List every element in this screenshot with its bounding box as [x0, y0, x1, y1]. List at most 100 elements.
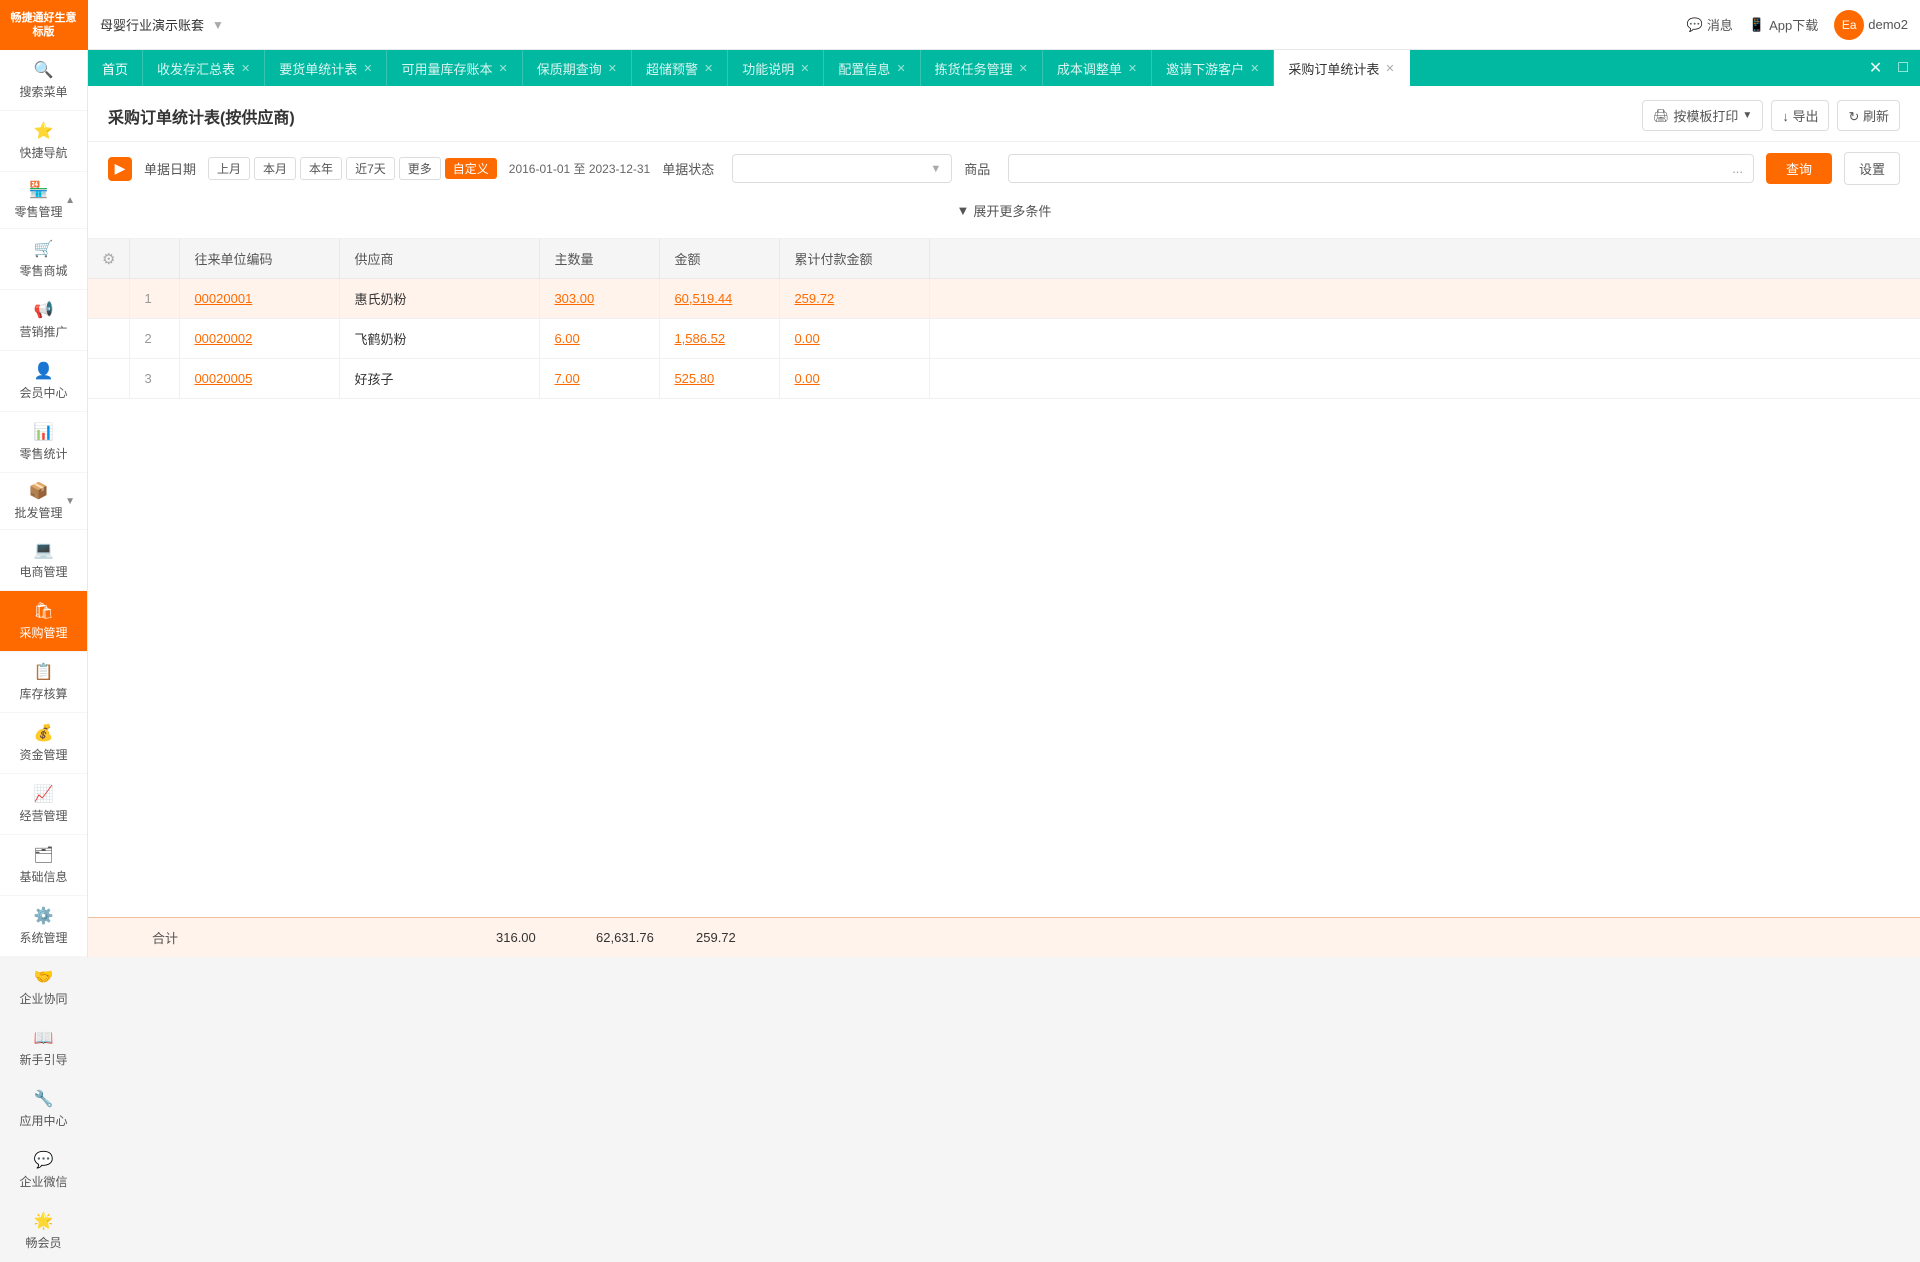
tab-close-chengbentiaoji[interactable]: ✕ [1128, 62, 1137, 75]
col-qty-header: 主数量 [540, 239, 660, 279]
tab-yaoqingxiayou[interactable]: 邀请下游客户 ✕ [1152, 50, 1274, 86]
sidebar-item-retail[interactable]: 🏪 零售管理 ▲ [0, 172, 87, 229]
tab-close-caigoutongji[interactable]: ✕ [1385, 62, 1394, 75]
row1-supplier: 惠氏奶粉 [340, 279, 540, 319]
tabbar-actions: ✕ □ [1857, 58, 1920, 78]
sidebar: 畅捷通好生意 标版 🔍 搜索菜单 ⭐ 快捷导航 🏪 零售管理 ▲ 🛒 零售商城 … [0, 0, 88, 957]
row1-amount: 60,519.44 [660, 279, 780, 319]
message-btn[interactable]: 💬 消息 [1687, 15, 1733, 34]
date-more-btn[interactable]: 更多 [399, 157, 441, 180]
appcenter-icon: 🔧 [34, 1089, 54, 1109]
tab-close-chaochuyujing[interactable]: ✕ [704, 62, 713, 75]
tab-chengbentiaoji[interactable]: 成本调整单 ✕ [1043, 50, 1152, 86]
logo-text: 畅捷通好生意 标版 [11, 11, 77, 40]
tab-yaohuodantongji[interactable]: 要货单统计表 ✕ [265, 50, 387, 86]
sidebar-item-wholesale[interactable]: 📦 批发管理 ▼ [0, 473, 87, 530]
col-num-header [130, 239, 180, 279]
tab-peizhi[interactable]: 配置信息 ✕ [824, 50, 920, 86]
tab-close-zhihuorenwu[interactable]: ✕ [1019, 62, 1028, 75]
print-icon: 🖨 [1653, 108, 1670, 124]
sidebar-item-ecommerce[interactable]: 💻 电商管理 [0, 530, 87, 591]
sidebar-item-inventory[interactable]: 📋 库存核算 [0, 652, 87, 713]
topbar: 母婴行业演示账套 ▼ 💬 消息 📱 App下载 Ea demo2 [88, 0, 1920, 50]
filter-expand-row: ▼ 展开更多条件 [108, 193, 1900, 228]
sidebar-item-basic[interactable]: 🗂 基础信息 [0, 835, 87, 896]
wholesale-icon: 📦 [29, 481, 49, 501]
tabbar-maximize-btn[interactable]: □ [1894, 59, 1912, 77]
user-menu[interactable]: Ea demo2 [1834, 10, 1908, 40]
goods-ellipsis-btn[interactable]: ... [1732, 161, 1743, 176]
tab-close-shoufahuizong[interactable]: ✕ [241, 62, 250, 75]
footer-paid: 259.72 [682, 930, 782, 945]
app-download-btn[interactable]: 📱 App下载 [1749, 15, 1818, 34]
sidebar-item-purchase[interactable]: 🛍 采购管理 [0, 591, 87, 652]
tab-caigoutongji[interactable]: 采购订单统计表 ✕ [1274, 50, 1409, 86]
tabbar-close-btn[interactable]: ✕ [1865, 58, 1886, 78]
tab-gongneng[interactable]: 功能说明 ✕ [728, 50, 824, 86]
tab-zhihuorenwu[interactable]: 拣货任务管理 ✕ [921, 50, 1043, 86]
sidebar-item-marketing[interactable]: 📢 营销推广 [0, 290, 87, 351]
main-area: 母婴行业演示账套 ▼ 💬 消息 📱 App下载 Ea demo2 首页 [88, 0, 1920, 957]
row2-num: 2 [130, 319, 180, 359]
tab-close-baogiqicha[interactable]: ✕ [608, 62, 617, 75]
tab-keyongliang[interactable]: 可用量库存账本 ✕ [387, 50, 522, 86]
expand-more-btn[interactable]: ▼ 展开更多条件 [949, 197, 1060, 224]
tab-close-peizhi[interactable]: ✕ [896, 62, 905, 75]
export-btn[interactable]: ↓ 导出 [1771, 100, 1829, 131]
tab-close-gongneng[interactable]: ✕ [800, 62, 809, 75]
sidebar-item-huiyuan[interactable]: 🌟 畅会员 [0, 1201, 87, 1262]
page-header-actions: 🖨 按模板打印 ▼ ↓ 导出 ↻ 刷新 [1642, 100, 1900, 131]
org-selector[interactable]: 母婴行业演示账套 [100, 15, 204, 34]
date-quick-btns: 上月 本月 本年 近7天 更多 自定义 [208, 157, 497, 180]
org-dropdown-icon[interactable]: ▼ [212, 18, 224, 32]
sidebar-logo: 畅捷通好生意 标版 [0, 0, 88, 50]
setting-btn[interactable]: 设置 [1844, 152, 1900, 185]
topbar-left: 母婴行业演示账套 ▼ [100, 15, 224, 34]
sidebar-item-enterprise[interactable]: 🤝 企业协同 [0, 957, 87, 1018]
purchase-icon: 🛍 [33, 601, 53, 621]
search-icon: 🔍 [34, 60, 54, 80]
row2-code: 00020002 [180, 319, 340, 359]
col-paid-header: 累计付款金额 [780, 239, 930, 279]
row3-supplier: 好孩子 [340, 359, 540, 399]
tab-home[interactable]: 首页 [88, 50, 143, 86]
tab-baogiqicha[interactable]: 保质期查询 ✕ [523, 50, 632, 86]
sidebar-item-business[interactable]: 📈 经营管理 [0, 774, 87, 835]
date-last-month-btn[interactable]: 上月 [208, 157, 250, 180]
marketing-icon: 📢 [34, 300, 54, 320]
filter-collapse-btn[interactable]: ▶ [108, 157, 132, 181]
tab-close-yaoqingxiayou[interactable]: ✕ [1250, 62, 1259, 75]
date-this-month-btn[interactable]: 本月 [254, 157, 296, 180]
row3-paid: 0.00 [780, 359, 930, 399]
tab-shoufahuizong[interactable]: 收发存汇总表 ✕ [143, 50, 265, 86]
sidebar-item-appcenter[interactable]: 🔧 应用中心 [0, 1079, 87, 1140]
column-settings-icon[interactable]: ⚙ [102, 251, 115, 268]
refresh-btn[interactable]: ↻ 刷新 [1837, 100, 1900, 131]
tab-close-yaohuodantongji[interactable]: ✕ [363, 62, 372, 75]
sidebar-item-search[interactable]: 🔍 搜索菜单 [0, 50, 87, 111]
col-amount-header: 金额 [660, 239, 780, 279]
tab-chaochuyujing[interactable]: 超储预警 ✕ [632, 50, 728, 86]
status-filter-label: 单据状态 [662, 159, 714, 178]
sidebar-item-quicknav[interactable]: ⭐ 快捷导航 [0, 111, 87, 172]
date-this-year-btn[interactable]: 本年 [300, 157, 342, 180]
goods-input[interactable]: ... [1008, 154, 1754, 183]
sidebar-item-retailshop[interactable]: 🛒 零售商城 [0, 229, 87, 290]
sidebar-item-system[interactable]: ⚙️ 系统管理 [0, 896, 87, 957]
query-btn[interactable]: 查询 [1766, 153, 1832, 184]
sidebar-item-retailstat[interactable]: 📊 零售统计 [0, 412, 87, 473]
sidebar-item-members[interactable]: 👤 会员中心 [0, 351, 87, 412]
tab-close-keyongliang[interactable]: ✕ [499, 62, 508, 75]
data-table: ⚙ 往来单位编码 供应商 主数量 金额 累计付款金额 1 [88, 239, 1920, 399]
row1-qty: 303.00 [540, 279, 660, 319]
row2-settings [88, 319, 130, 359]
table-row: 1 00020001 惠氏奶粉 303.00 60,519.44 259.72 [88, 279, 1920, 319]
status-select[interactable]: ▼ [732, 154, 952, 183]
template-print-btn[interactable]: 🖨 按模板打印 ▼ [1642, 100, 1763, 131]
message-icon: 💬 [1687, 17, 1703, 33]
footer-amount: 62,631.76 [582, 930, 682, 945]
sidebar-item-finance[interactable]: 💰 资金管理 [0, 713, 87, 774]
sidebar-item-newguide[interactable]: 📖 新手引导 [0, 1018, 87, 1079]
sidebar-item-corpwechat[interactable]: 💬 企业微信 [0, 1140, 87, 1201]
date-7days-btn[interactable]: 近7天 [346, 157, 395, 180]
